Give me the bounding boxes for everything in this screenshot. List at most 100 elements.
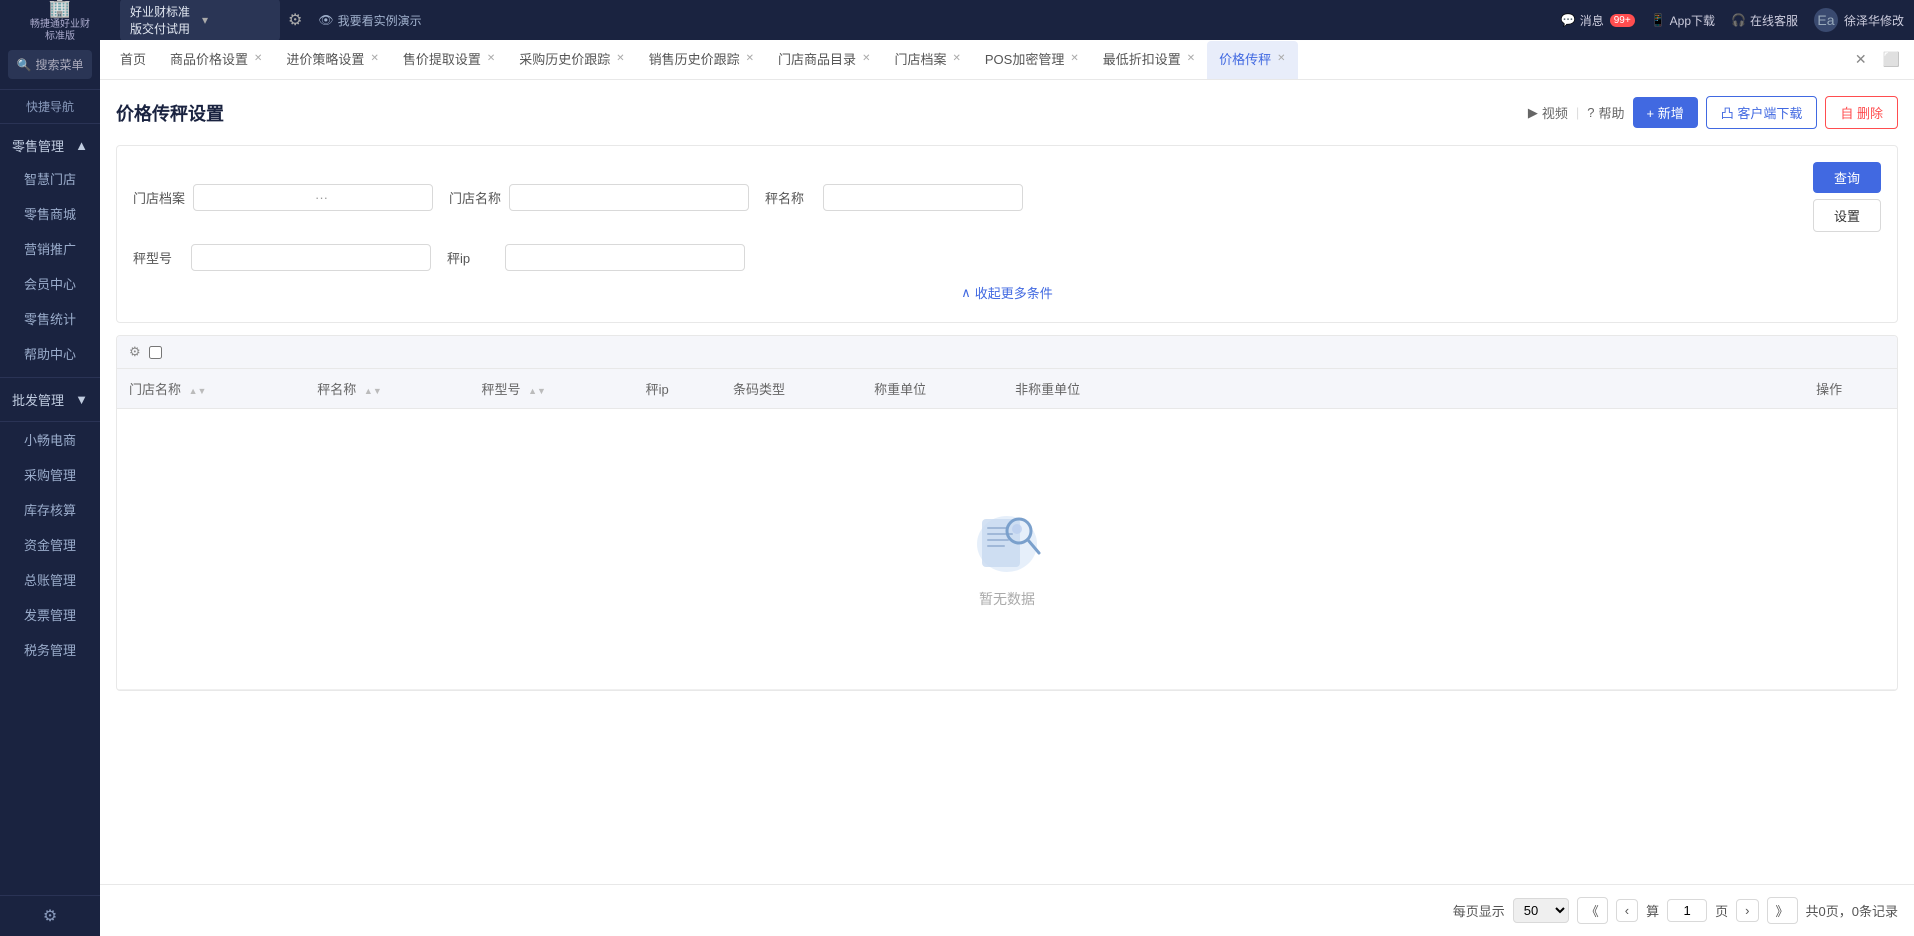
quick-nav-btn[interactable]: 快捷导航 [0, 90, 100, 124]
query-button[interactable]: 查询 [1813, 162, 1881, 193]
tab-pos-encrypt[interactable]: POS加密管理 ✕ [973, 41, 1091, 79]
tab-close-icon[interactable]: ✕ [370, 53, 378, 64]
settings-icon[interactable]: ⚙ [288, 10, 302, 30]
tab-home[interactable]: 首页 [108, 41, 158, 79]
col-scale-model: 秤型号 ▲▼ [469, 369, 633, 409]
sidebar-item-invoice[interactable]: 发票管理 [0, 597, 100, 632]
empty-illustration [947, 489, 1067, 589]
sidebar-item-ledger[interactable]: 总账管理 [0, 562, 100, 597]
eye-icon: 👁 [318, 13, 333, 27]
col-scale-ip: 秤ip [634, 369, 721, 409]
scale-model-label: 秤型号 [133, 248, 183, 267]
table-settings-icon[interactable]: ⚙ [129, 344, 141, 360]
user-menu[interactable]: Ea 徐泽华修改 [1814, 8, 1904, 32]
divider: | [1576, 105, 1579, 120]
filter-area: 门店档案 ··· 门店名称 秤名称 [116, 145, 1898, 323]
tab-close-icon[interactable]: ✕ [616, 53, 624, 64]
sidebar-item-member[interactable]: 会员中心 [0, 266, 100, 301]
store-file-label: 门店档案 [133, 188, 185, 207]
avatar: Ea [1814, 8, 1838, 32]
tab-store-file[interactable]: 门店档案 ✕ [882, 41, 972, 79]
store-file-selector[interactable]: ··· [193, 184, 433, 211]
tab-product-price[interactable]: 商品价格设置 ✕ [158, 41, 274, 79]
tab-sales-history[interactable]: 销售历史价跟踪 ✕ [637, 41, 766, 79]
retail-group: 零售管理 ▲ 智慧门店 零售商城 营销推广 会员中心 零售统计 [0, 124, 100, 378]
sidebar-item-inventory[interactable]: 库存核算 [0, 492, 100, 527]
sort-icon[interactable]: ▲▼ [364, 386, 382, 396]
tab-close-all-btn[interactable]: ✕ [1849, 47, 1873, 72]
set-button[interactable]: 设置 [1813, 199, 1881, 232]
messages-btn[interactable]: 💬 消息 99+ [1561, 12, 1635, 29]
tab-selling-extract[interactable]: 售价提取设置 ✕ [391, 41, 507, 79]
search-menu-btn[interactable]: 🔍 搜索菜单 [8, 50, 92, 79]
chevron-up-icon: ∧ [961, 285, 971, 301]
online-service-btn[interactable]: 🎧 在线客服 [1731, 12, 1798, 29]
col-non-weight-unit: 非称重单位 [1003, 369, 1804, 409]
tab-price-scale[interactable]: 价格传秤 ✕ [1207, 41, 1297, 79]
last-page-btn[interactable]: 》 [1767, 897, 1798, 924]
data-table: 门店名称 ▲▼ 秤名称 ▲▼ 秤型号 ▲▼ [117, 369, 1897, 690]
sidebar-item-smart-store[interactable]: 智慧门店 [0, 161, 100, 196]
question-icon: ? [1587, 105, 1594, 120]
first-page-btn[interactable]: 《 [1577, 897, 1608, 924]
sidebar-item-finance[interactable]: 资金管理 [0, 527, 100, 562]
sidebar-item-marketing[interactable]: 营销推广 [0, 231, 100, 266]
add-button[interactable]: + 新增 [1633, 97, 1698, 128]
chevron-down-icon: ▾ [202, 13, 270, 27]
tab-close-icon[interactable]: ✕ [746, 53, 754, 64]
table-header-row: 门店名称 ▲▼ 秤名称 ▲▼ 秤型号 ▲▼ [117, 369, 1897, 409]
sidebar-item-purchase[interactable]: 采购管理 [0, 457, 100, 492]
video-link[interactable]: ▶ 视频 [1528, 103, 1568, 122]
tab-maximize-btn[interactable]: ⬜ [1877, 47, 1906, 72]
retail-group-title[interactable]: 零售管理 ▲ [0, 130, 100, 161]
version-selector[interactable]: 好业财标准版交付试用 ▾ [120, 0, 280, 41]
chevron-up-icon: ▲ [75, 138, 88, 153]
scale-ip-input[interactable] [505, 244, 745, 271]
tab-close-icon[interactable]: ✕ [862, 53, 870, 64]
scale-name-label: 秤名称 [765, 188, 815, 207]
wholesale-group-title[interactable]: 批发管理 ▼ [0, 384, 100, 415]
page-input[interactable] [1667, 899, 1707, 922]
prev-page-btn[interactable]: ‹ [1616, 899, 1638, 922]
chevron-down-icon: ▼ [75, 392, 88, 407]
scale-name-input[interactable] [823, 184, 1023, 211]
version-selector-text: 好业财标准版交付试用 [130, 3, 198, 37]
scale-model-input[interactable] [191, 244, 431, 271]
tab-close-icon[interactable]: ✕ [254, 53, 262, 64]
tab-close-icon[interactable]: ✕ [952, 53, 960, 64]
sidebar-item-ecommerce[interactable]: 小畅电商 [0, 422, 100, 457]
app-download-btn[interactable]: 📱 App下载 [1651, 12, 1715, 29]
sidebar-item-retail-stats[interactable]: 零售统计 [0, 301, 100, 336]
sidebar-settings-icon[interactable]: ⚙ [43, 906, 57, 926]
demo-link[interactable]: 👁 我要看实例演示 [318, 12, 421, 29]
per-page-select[interactable]: 50 10 20 100 [1513, 898, 1569, 923]
more-options-icon[interactable]: ··· [311, 190, 424, 205]
collapse-filter-btn[interactable]: ∧ 收起更多条件 [133, 283, 1881, 302]
tab-store-catalog[interactable]: 门店商品目录 ✕ [766, 41, 882, 79]
delete-button[interactable]: 自 删除 [1825, 96, 1898, 129]
page-content: 价格传秤设置 ▶ 视频 | ? 帮助 + 新增 [100, 80, 1914, 884]
tab-purchase-history[interactable]: 采购历史价跟踪 ✕ [507, 41, 636, 79]
tab-purchase-strategy[interactable]: 进价策略设置 ✕ [274, 41, 390, 79]
tab-close-icon[interactable]: ✕ [1070, 53, 1078, 64]
help-link[interactable]: ? 帮助 [1587, 103, 1624, 122]
download-icon: 📱 [1651, 13, 1666, 27]
client-download-button[interactable]: 凸 客户端下载 [1706, 96, 1818, 129]
next-page-btn[interactable]: › [1736, 899, 1758, 922]
empty-text: 暂无数据 [979, 589, 1035, 609]
tab-min-discount[interactable]: 最低折扣设置 ✕ [1091, 41, 1207, 79]
store-name-input[interactable] [509, 184, 749, 211]
message-icon: 💬 [1561, 13, 1576, 27]
app-logo: 🏢 畅捷通好业财 标准版 [10, 0, 110, 43]
table-header-toolbar: ⚙ [117, 336, 1897, 369]
tab-close-icon[interactable]: ✕ [1187, 53, 1195, 64]
tab-close-icon[interactable]: ✕ [487, 53, 495, 64]
sidebar-item-help[interactable]: 帮助中心 [0, 336, 100, 371]
tab-close-icon[interactable]: ✕ [1277, 53, 1285, 64]
sidebar-item-retail-mall[interactable]: 零售商城 [0, 196, 100, 231]
sidebar-item-tax[interactable]: 税务管理 [0, 632, 100, 667]
select-all-checkbox[interactable] [149, 346, 162, 359]
sort-icon[interactable]: ▲▼ [189, 386, 207, 396]
sort-icon[interactable]: ▲▼ [528, 386, 546, 396]
col-scale-name: 秤名称 ▲▼ [305, 369, 469, 409]
